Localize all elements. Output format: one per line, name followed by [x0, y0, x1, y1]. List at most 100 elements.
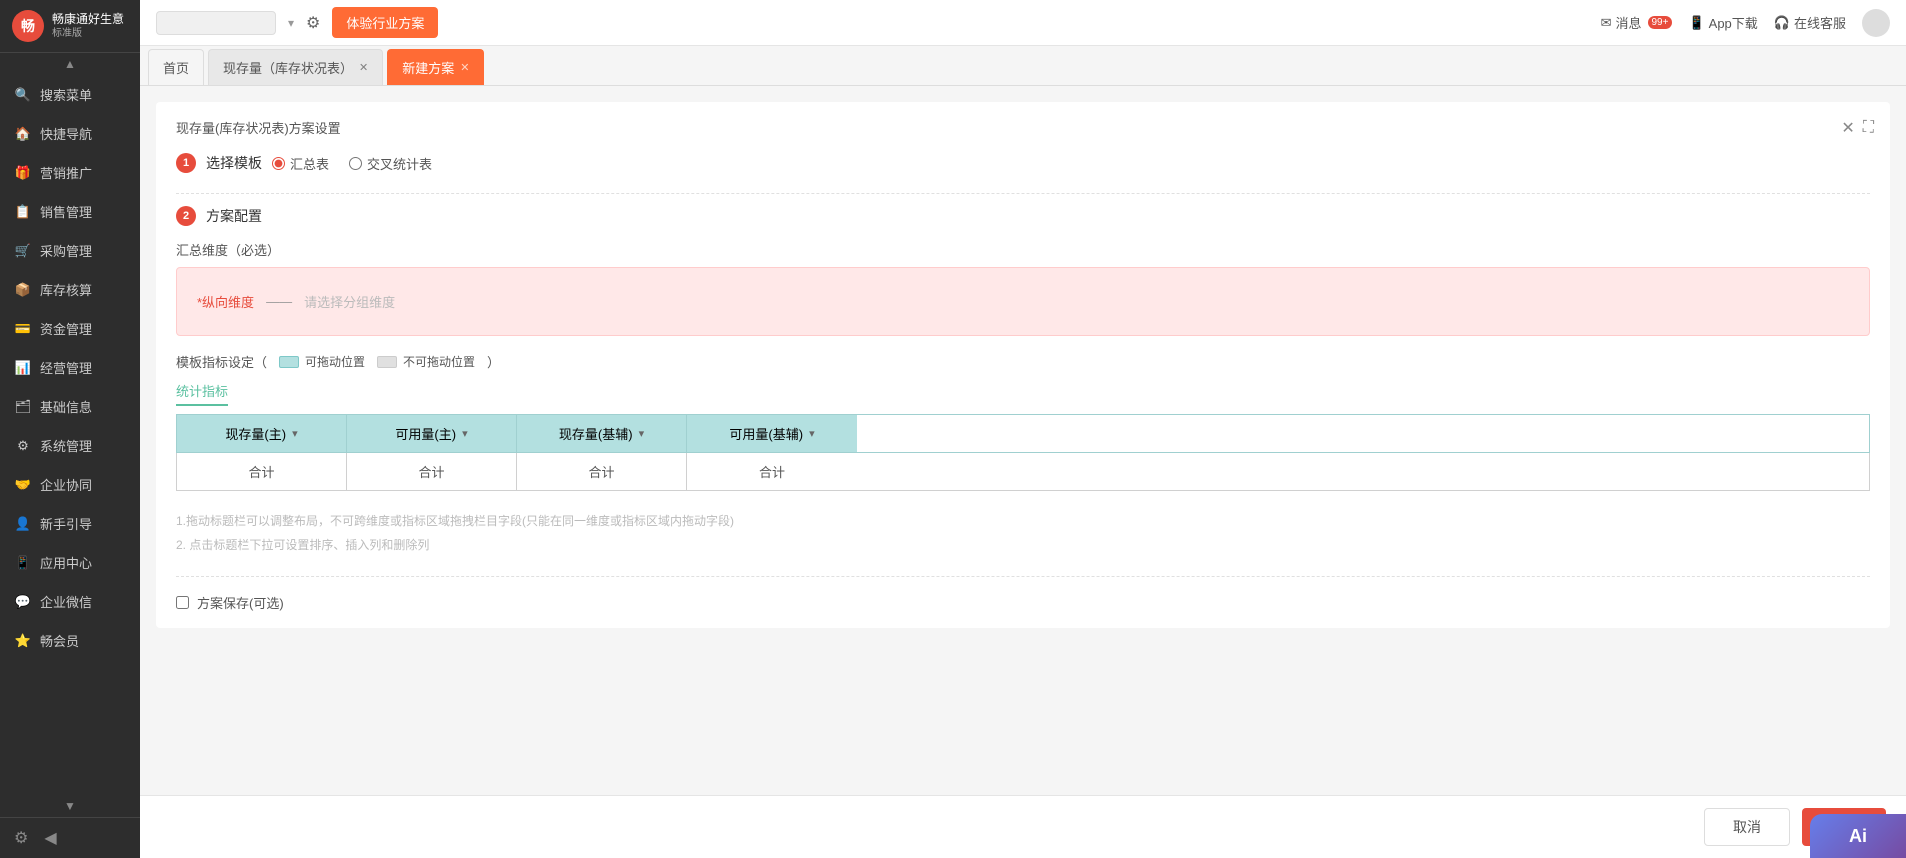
panel-corner-buttons: ✕ ⛶	[1841, 118, 1874, 138]
tab-home[interactable]: 首页	[148, 49, 204, 85]
template-radio-group: 汇总表 交叉统计表	[272, 154, 432, 173]
trial-button[interactable]: 体验行业方案	[332, 7, 438, 38]
indicator-settings: 模板指标设定（ 可拖动位置 不可拖动位置 ） 统计指标	[176, 352, 1870, 491]
sidebar-item-wechat[interactable]: 💬 企业微信	[0, 582, 140, 621]
wechat-icon: 💬	[14, 593, 32, 611]
member-icon: ⭐	[14, 632, 32, 650]
col-cell-2: 合计	[347, 453, 517, 490]
tip1: 1.拖动标题栏可以调整布局，不可跨维度或指标区域拖拽栏目字段(只能在同一维度或指…	[176, 511, 1870, 533]
ai-button[interactable]: Ai	[1810, 814, 1906, 858]
tab-new-plan[interactable]: 新建方案 ✕	[387, 49, 484, 85]
dimension-hint: 请选择分组维度	[304, 292, 395, 311]
logo-text: 畅康通好生意 标准版	[52, 12, 124, 41]
sidebar-item-newbie[interactable]: 👤 新手引导	[0, 504, 140, 543]
download-icon: 📱	[1688, 15, 1704, 31]
dimension-label: 汇总维度（必选）	[176, 240, 1870, 259]
save-option: 方案保存(可选)	[176, 593, 1870, 612]
col-cell-1: 合计	[177, 453, 347, 490]
dimension-box: *纵向维度 —— 请选择分组维度	[176, 267, 1870, 336]
col-header-2[interactable]: 可用量(主) ▾	[347, 415, 517, 452]
base-info-icon: 🗂	[14, 398, 32, 416]
ai-label: Ai	[1849, 826, 1867, 847]
step2-num: 2	[176, 206, 196, 226]
save-option-label: 方案保存(可选)	[197, 593, 284, 612]
step1-header: 1 选择模板 汇总表 交叉统计表	[176, 153, 1870, 173]
enterprise-icon: 🤝	[14, 476, 32, 494]
operations-icon: 📊	[14, 359, 32, 377]
tab-inventory-close-icon[interactable]: ✕	[359, 61, 368, 74]
collapse-icon[interactable]: ◀	[44, 828, 56, 848]
online-service-button[interactable]: 🎧 在线客服	[1774, 13, 1846, 32]
inventory-icon: 📦	[14, 281, 32, 299]
search-input[interactable]	[156, 11, 276, 35]
radio-summary[interactable]: 汇总表	[272, 154, 329, 173]
sidebar-item-operations[interactable]: 📊 经营管理	[0, 348, 140, 387]
sidebar-item-sales[interactable]: 📋 销售管理	[0, 192, 140, 231]
tab-bar: 首页 现存量（库存状况表） ✕ 新建方案 ✕	[140, 46, 1906, 86]
cancel-button[interactable]: 取消	[1704, 808, 1790, 846]
content-area: 现存量(库存状况表)方案设置 ✕ ⛶ 1 选择模板 汇总表	[140, 86, 1906, 795]
stats-table-row: 合计 合计 合计 合计	[176, 453, 1870, 491]
panel-title: 现存量(库存状况表)方案设置	[176, 118, 1870, 137]
save-checkbox[interactable]	[176, 596, 189, 609]
sidebar-bottom: ⚙ ◀	[0, 817, 140, 858]
col-header-4[interactable]: 可用量(基辅) ▾	[687, 415, 857, 452]
sidebar-item-search-menu[interactable]: 🔍 搜索菜单	[0, 75, 140, 114]
close-panel-button[interactable]: ✕	[1841, 118, 1854, 138]
marketing-icon: 🎁	[14, 164, 32, 182]
col3-chevron-icon[interactable]: ▾	[639, 427, 645, 440]
col-header-3[interactable]: 现存量(基辅) ▾	[517, 415, 687, 452]
dimension-required: *纵向维度	[197, 292, 254, 311]
tab-new-plan-close-icon[interactable]: ✕	[460, 61, 469, 74]
messages-button[interactable]: ✉ 消息 99+	[1601, 13, 1673, 32]
quick-nav-icon: 🏠	[14, 125, 32, 143]
finance-icon: 💳	[14, 320, 32, 338]
sidebar-scroll-up[interactable]: ▲	[0, 53, 140, 75]
col-cell-3: 合计	[517, 453, 687, 490]
message-icon: ✉	[1601, 15, 1612, 31]
tips-section: 1.拖动标题栏可以调整布局，不可跨维度或指标区域拖拽栏目字段(只能在同一维度或指…	[176, 511, 1870, 556]
tab-inventory-status[interactable]: 现存量（库存状况表） ✕	[208, 49, 383, 85]
system-icon: ⚙	[14, 437, 32, 455]
search-menu-icon: 🔍	[14, 86, 32, 104]
tip2: 2. 点击标题栏下拉可设置排序、插入列和删除列	[176, 535, 1870, 557]
col2-chevron-icon[interactable]: ▾	[462, 427, 468, 440]
settings-icon[interactable]: ⚙	[14, 828, 28, 848]
settings-panel: 现存量(库存状况表)方案设置 ✕ ⛶ 1 选择模板 汇总表	[156, 102, 1890, 628]
sidebar: 畅 畅康通好生意 标准版 ▲ 🔍 搜索菜单 🏠 快捷导航 🎁 营销推广 📋 销售…	[0, 0, 140, 858]
newbie-icon: 👤	[14, 515, 32, 533]
legend-draggable: 可拖动位置	[279, 353, 365, 370]
top-bar: ▾ ⚙ 体验行业方案 ✉ 消息 99+ 📱 App下载 🎧 在线客服	[140, 0, 1906, 46]
sidebar-item-finance[interactable]: 💳 资金管理	[0, 309, 140, 348]
col1-chevron-icon[interactable]: ▾	[292, 427, 298, 440]
sidebar-scroll-down[interactable]: ▼	[0, 795, 140, 817]
step2-header: 2 方案配置	[176, 206, 1870, 226]
avatar[interactable]	[1862, 9, 1890, 37]
sidebar-item-purchase[interactable]: 🛒 采购管理	[0, 231, 140, 270]
legend-draggable-box	[279, 356, 299, 368]
sidebar-item-base-info[interactable]: 🗂 基础信息	[0, 387, 140, 426]
col-header-1[interactable]: 现存量(主) ▾	[177, 415, 347, 452]
expand-panel-button[interactable]: ⛶	[1863, 118, 1874, 138]
sidebar-item-inventory[interactable]: 📦 库存核算	[0, 270, 140, 309]
sidebar-item-member[interactable]: ⭐ 畅会员	[0, 621, 140, 660]
sidebar-item-quick-nav[interactable]: 🏠 快捷导航	[0, 114, 140, 153]
legend-fixed-box	[377, 356, 397, 368]
main-area: ▾ ⚙ 体验行业方案 ✉ 消息 99+ 📱 App下载 🎧 在线客服 首页	[140, 0, 1906, 858]
sidebar-item-marketing[interactable]: 🎁 营销推广	[0, 153, 140, 192]
topbar-chevron-icon[interactable]: ▾	[288, 16, 294, 30]
sidebar-item-system[interactable]: ⚙ 系统管理	[0, 426, 140, 465]
sidebar-nav: 🔍 搜索菜单 🏠 快捷导航 🎁 营销推广 📋 销售管理 🛒 采购管理 📦 库存核…	[0, 75, 140, 795]
dimension-placeholder: *纵向维度 —— 请选择分组维度	[197, 292, 1849, 311]
sidebar-item-app-center[interactable]: 📱 应用中心	[0, 543, 140, 582]
stats-label: 统计指标	[176, 381, 228, 406]
app-download-button[interactable]: 📱 App下载	[1688, 13, 1757, 32]
sidebar-item-enterprise[interactable]: 🤝 企业协同	[0, 465, 140, 504]
topbar-gear-icon[interactable]: ⚙	[306, 13, 320, 33]
radio-cross[interactable]: 交叉统计表	[349, 154, 432, 173]
dimension-arrow: ——	[266, 294, 292, 309]
col4-chevron-icon[interactable]: ▾	[809, 427, 815, 440]
step2-section: 2 方案配置 汇总维度（必选） *纵向维度 —— 请选择分组维度 模板指标设定（	[176, 206, 1870, 556]
step1-num: 1	[176, 153, 196, 173]
col-cell-4: 合计	[687, 453, 857, 490]
